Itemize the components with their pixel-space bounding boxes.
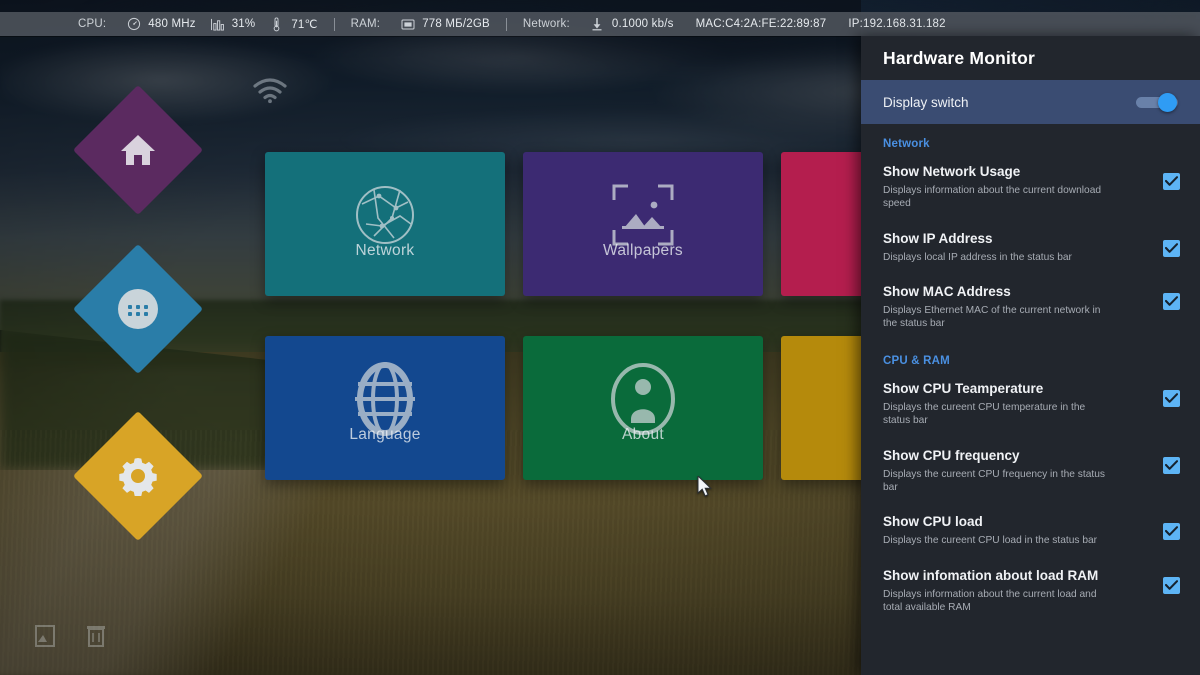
checkbox-show-mac-address[interactable] <box>1163 293 1180 311</box>
option-text: Show MAC Address Displays Ethernet MAC o… <box>883 284 1115 331</box>
memory-chip-icon <box>400 17 415 32</box>
wifi-icon <box>253 78 287 109</box>
display-switch-label: Display switch <box>883 94 969 110</box>
checkbox-show-cpu-temperature[interactable] <box>1163 389 1180 407</box>
tile-about[interactable]: About <box>523 336 763 480</box>
page-title: Hardware Monitor <box>883 47 1035 68</box>
option-row-show-cpu-frequency[interactable]: Show CPU frequency Displays the cureent … <box>861 438 1200 505</box>
option-description: Displays information about the current l… <box>883 588 1097 614</box>
tile-label: Network <box>355 242 415 259</box>
status-ram-group: RAM: 778 МБ/2GB <box>351 17 490 32</box>
option-text: Show CPU frequency Displays the cureent … <box>883 448 1115 495</box>
checkbox-show-ram-load[interactable] <box>1163 576 1180 594</box>
file-manager-icon[interactable] <box>34 624 56 653</box>
apps-icon <box>115 286 161 332</box>
status-ram-label: RAM: <box>350 18 381 30</box>
checkbox-show-network-usage[interactable] <box>1163 173 1180 190</box>
tile-network[interactable]: Network <box>265 152 505 296</box>
tile-label: About <box>621 426 664 443</box>
option-row-show-cpu-load[interactable]: Show CPU load Displays the cureent CPU l… <box>861 504 1200 557</box>
option-description: Displays the cureent CPU frequency in th… <box>883 468 1105 493</box>
desktop-corner-icons <box>34 624 106 653</box>
option-row-show-mac-address[interactable]: Show MAC Address Displays Ethernet MAC o… <box>861 274 1200 341</box>
status-divider-2 <box>505 17 507 31</box>
tile-wallpapers[interactable]: Wallpapers <box>523 152 763 296</box>
home-icon <box>118 131 158 169</box>
status-cpu-load: 31% <box>231 18 256 30</box>
option-title: Show infomation about load RAM <box>883 567 1099 583</box>
checkbox-show-ip-address[interactable] <box>1163 239 1180 257</box>
panel-header: Hardware Monitor <box>861 36 1200 80</box>
status-network-label: Network: <box>522 18 570 30</box>
option-text: Show IP Address Displays local IP addres… <box>883 231 1115 264</box>
option-description: Displays Ethernet MAC of the current net… <box>883 304 1101 330</box>
option-title: Show CPU load <box>883 514 983 530</box>
option-title: Show CPU frequency <box>883 447 1020 463</box>
option-text: Show CPU Teamperature Displays the curee… <box>883 381 1115 428</box>
trash-icon[interactable] <box>86 624 106 653</box>
toggle-thumb <box>1158 93 1177 112</box>
checkbox-show-cpu-load[interactable] <box>1163 523 1180 541</box>
screen: CPU: 480 MHz 31% 71℃ RAM: 778 МБ/2GB Net… <box>0 0 1200 675</box>
option-description: Displays the cureent CPU temperature in … <box>883 401 1086 427</box>
option-title: Show Network Usage <box>883 164 1021 179</box>
option-row-show-network-usage[interactable]: Show Network Usage Displays information … <box>861 154 1200 221</box>
option-text: Show CPU load Displays the cureent CPU l… <box>883 514 1115 547</box>
section-title-cpu-ram: CPU & RAM <box>883 354 950 367</box>
status-mac-address: MAC:C4:2A:FE:22:89:87 <box>695 18 827 30</box>
hardware-status-bar: CPU: 480 MHz 31% 71℃ RAM: 778 МБ/2GB Net… <box>0 12 1200 36</box>
gear-icon <box>117 455 159 497</box>
status-network-group: Network: 0.1000 kb/s MAC:C4:2A:FE:22:89:… <box>523 17 946 32</box>
option-text: Show Network Usage Displays information … <box>883 164 1115 211</box>
status-cpu-group: CPU: 480 MHz 31% 71℃ <box>78 16 318 32</box>
option-text: Show infomation about load RAM Displays … <box>883 568 1115 615</box>
status-cpu-temperature: 71℃ <box>291 19 318 31</box>
status-ip-address: IP:192.168.31.182 <box>848 18 946 30</box>
option-description: Displays local IP address in the status … <box>883 251 1072 263</box>
status-divider-1 <box>333 17 335 31</box>
display-switch-toggle[interactable] <box>1136 93 1178 112</box>
bar-chart-icon <box>210 17 225 32</box>
thermometer-icon <box>269 16 284 32</box>
download-arrow-icon <box>590 17 605 32</box>
status-network-speed: 0.1000 kb/s <box>611 18 674 30</box>
arrow-cursor-icon <box>697 474 713 503</box>
status-cpu-label: CPU: <box>78 18 107 30</box>
display-switch-row[interactable]: Display switch <box>861 80 1200 124</box>
option-title: Show CPU Teamperature <box>883 380 1044 396</box>
tile-language[interactable]: Language <box>265 336 505 480</box>
option-description: Displays information about the current d… <box>883 184 1102 210</box>
option-row-show-ip-address[interactable]: Show IP Address Displays local IP addres… <box>861 221 1200 274</box>
tile-label: Wallpapers <box>603 242 683 259</box>
tile-label: Language <box>349 426 421 443</box>
option-row-show-cpu-temperature[interactable]: Show CPU Teamperature Displays the curee… <box>861 371 1200 438</box>
speedometer-icon <box>126 17 141 32</box>
section-title-network: Network <box>883 138 930 150</box>
option-title: Show MAC Address <box>883 284 1011 300</box>
option-description: Displays the cureent CPU load in the sta… <box>883 535 1098 547</box>
option-title: Show IP Address <box>883 230 993 246</box>
checkbox-show-cpu-frequency[interactable] <box>1163 456 1180 474</box>
status-ram-value: 778 МБ/2GB <box>422 18 490 30</box>
option-row-show-ram-load[interactable]: Show infomation about load RAM Displays … <box>861 558 1200 625</box>
status-cpu-frequency: 480 MHz <box>148 18 196 30</box>
hardware-monitor-panel: Hardware Monitor Display switch Network … <box>861 36 1200 675</box>
